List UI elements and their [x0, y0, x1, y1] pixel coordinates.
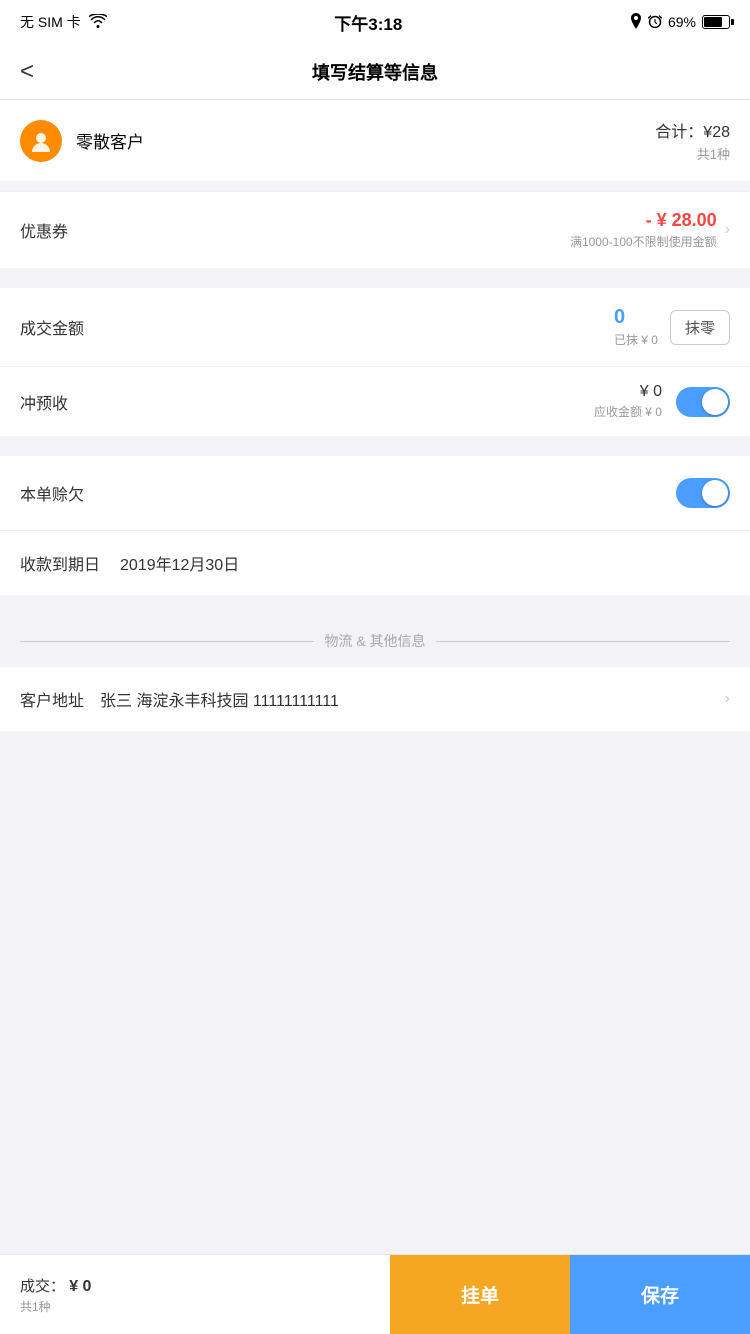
divider-2 [0, 446, 750, 456]
prereceive-row: 冲预收 ¥ 0 应收金额 ¥ 0 [0, 366, 750, 436]
address-value: 张三 海淀永丰科技园 11111111111 [100, 687, 709, 711]
chevron-right-icon: › [725, 221, 730, 239]
prereceive-right: ¥ 0 应收金额 ¥ 0 [594, 383, 730, 420]
coupon-description: 满1000-100不限制使用金额 [570, 233, 717, 250]
status-time: 下午3:18 [334, 10, 402, 35]
address-section: 客户地址 张三 海淀永丰科技园 11111111111 › [0, 667, 750, 731]
coupon-row[interactable]: 优惠券 - ¥ 28.00 满1000-100不限制使用金额 › [0, 191, 750, 268]
coupon-value-block: - ¥ 28.00 满1000-100不限制使用金额 [570, 210, 717, 250]
bottom-bar: 成交： ¥ 0 共1种 挂单 保存 [0, 1254, 750, 1334]
no-sim-text: 无 SIM 卡 [20, 12, 81, 32]
coupon-section: 优惠券 - ¥ 28.00 满1000-100不限制使用金额 › [0, 191, 750, 268]
customer-section: 零散客户 合计：¥28 共1种 [0, 100, 750, 181]
battery-icon [702, 15, 730, 29]
customer-name: 零散客户 [76, 128, 144, 153]
toggle-knob [702, 389, 728, 415]
divider-3 [0, 605, 750, 615]
debit-row: 本单赊欠 [0, 456, 750, 530]
deal-right: 0 已抹 ¥ 0 抹零 [614, 306, 730, 348]
deal-section: 成交金额 0 已抹 ¥ 0 抹零 冲预收 ¥ 0 应收金额 ¥ 0 [0, 288, 750, 436]
address-row[interactable]: 客户地址 张三 海淀永丰科技园 11111111111 › [0, 667, 750, 731]
debit-toggle-knob [702, 480, 728, 506]
customer-total: 合计：¥28 [655, 118, 730, 142]
due-date-label: 收款到期日 [20, 551, 100, 575]
bottom-info: 成交： ¥ 0 共1种 [0, 1275, 390, 1315]
address-chevron-icon: › [725, 690, 730, 708]
divider-1 [0, 278, 750, 288]
wifi-icon [89, 14, 107, 31]
deal-value-block: 0 已抹 ¥ 0 [614, 306, 658, 348]
prereceive-toggle[interactable] [676, 387, 730, 417]
location-icon [630, 13, 642, 32]
bottom-deal-label: 成交： [20, 1278, 65, 1295]
coupon-discount: - ¥ 28.00 [570, 210, 717, 231]
bottom-deal-amount: ¥ 0 [69, 1278, 91, 1295]
logistics-header: 物流 & 其他信息 [0, 615, 750, 667]
prereceive-amount: ¥ 0 [594, 383, 662, 401]
deal-amount-label: 成交金额 [20, 315, 84, 339]
deal-amount-value: 0 [614, 306, 658, 329]
prereceive-sub: 应收金额 ¥ 0 [594, 403, 662, 420]
content: 零散客户 合计：¥28 共1种 优惠券 - ¥ 28.00 满1000-100不… [0, 100, 750, 821]
status-left: 无 SIM 卡 [20, 12, 107, 32]
debit-toggle[interactable] [676, 478, 730, 508]
divider-line-right [436, 641, 730, 642]
deal-sub-label: 已抹 ¥ 0 [614, 331, 658, 348]
alarm-icon [648, 14, 662, 31]
address-label: 客户地址 [20, 687, 84, 711]
divider-line-left [20, 641, 314, 642]
customer-right: 合计：¥28 共1种 [655, 118, 730, 163]
save-button[interactable]: 保存 [570, 1255, 750, 1334]
customer-left: 零散客户 [20, 120, 144, 162]
battery-text: 69% [668, 14, 696, 30]
page-title: 填写结算等信息 [312, 59, 438, 85]
deal-amount-row: 成交金额 0 已抹 ¥ 0 抹零 [0, 288, 750, 366]
pending-button[interactable]: 挂单 [390, 1255, 570, 1334]
customer-count: 共1种 [655, 144, 730, 163]
round-button[interactable]: 抹零 [670, 310, 730, 345]
debit-label: 本单赊欠 [20, 481, 84, 505]
coupon-right: - ¥ 28.00 满1000-100不限制使用金额 › [570, 210, 730, 250]
avatar [20, 120, 62, 162]
due-date-value: 2019年12月30日 [120, 551, 239, 575]
status-right: 69% [630, 13, 730, 32]
customer-row: 零散客户 合计：¥28 共1种 [0, 100, 750, 181]
bottom-deal: 成交： ¥ 0 [20, 1275, 370, 1296]
debit-section: 本单赊欠 收款到期日 2019年12月30日 [0, 456, 750, 595]
logistics-label: 物流 & 其他信息 [324, 631, 425, 651]
due-date-row[interactable]: 收款到期日 2019年12月30日 [0, 530, 750, 595]
back-button[interactable]: < [12, 50, 42, 94]
coupon-label: 优惠券 [20, 218, 68, 242]
bottom-count: 共1种 [20, 1298, 370, 1315]
status-bar: 无 SIM 卡 下午3:18 69% [0, 0, 750, 44]
prereceive-amounts: ¥ 0 应收金额 ¥ 0 [594, 383, 662, 420]
nav-bar: < 填写结算等信息 [0, 44, 750, 100]
prereceive-label: 冲预收 [20, 390, 68, 414]
